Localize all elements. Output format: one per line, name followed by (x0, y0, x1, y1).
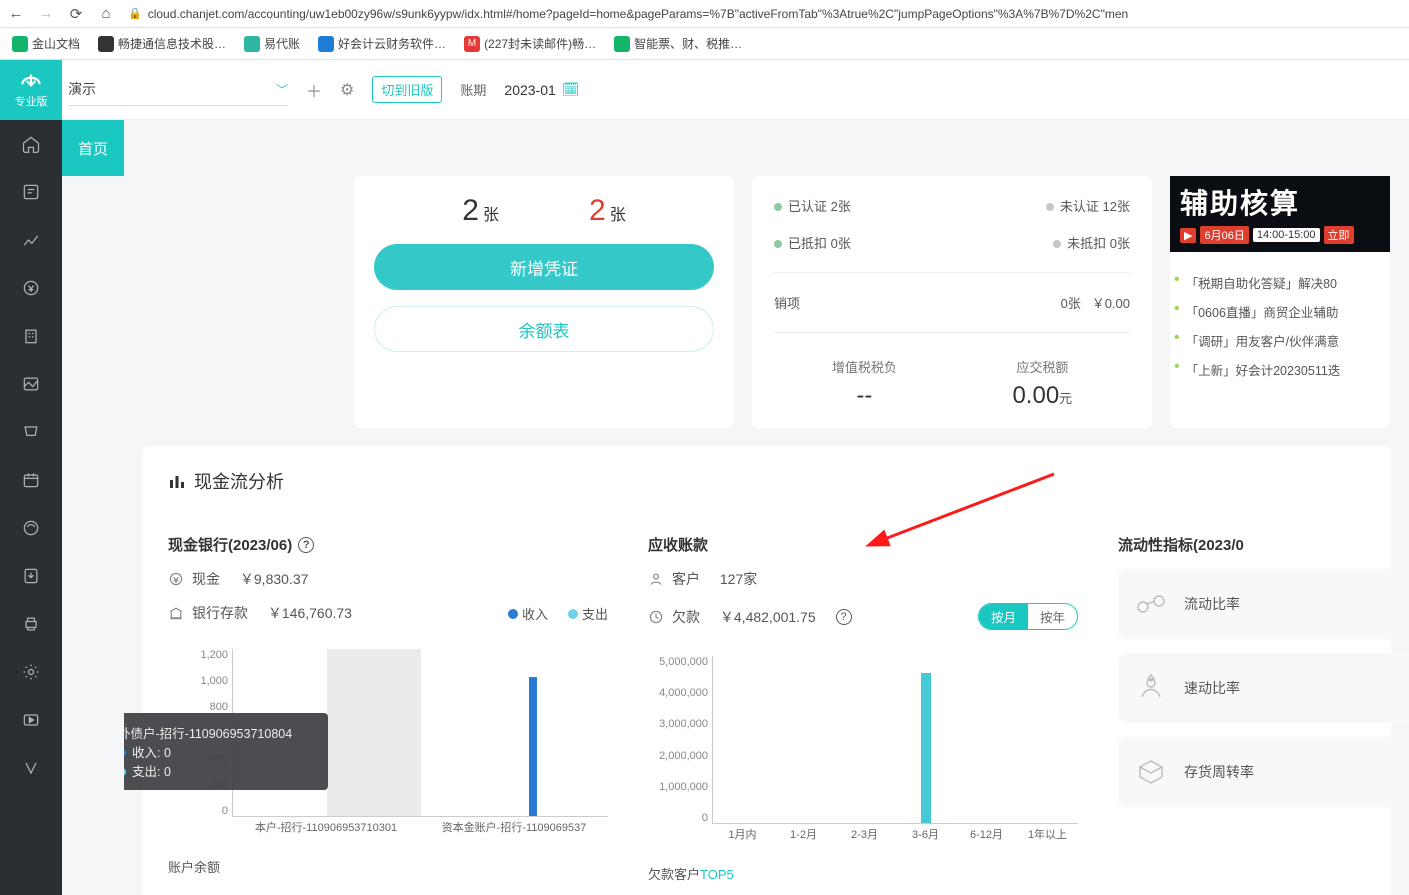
nav-building-icon[interactable] (0, 312, 62, 360)
nav-print-icon[interactable] (0, 600, 62, 648)
receivable-chart: 5,000,0004,000,0003,000,0002,000,0001,00… (648, 656, 1078, 846)
bookmarks-bar: 金山文档 畅捷通信息技术股… 易代账 好会计云财务软件… M(227封未读邮件)… (0, 28, 1409, 60)
nav-support-icon[interactable] (0, 504, 62, 552)
main-content: 2张 2张 新增凭证 余额表 已认证 2张未认证 12张 已抵扣 0张未抵扣 0… (124, 176, 1409, 895)
nav-v-icon[interactable] (0, 744, 62, 792)
cash-chart: 1,2001,0008006004002000 本户-招行-1109069537… (168, 649, 608, 839)
clock-icon (648, 609, 664, 625)
cashflow-analysis-card: 现金流分析 现金银行(2023/06)? 现金 ￥9,830.37 银行存款 ￥… (142, 446, 1391, 895)
period-label: 账期 (460, 80, 486, 99)
left-nav-rail: 专业版 (0, 60, 62, 895)
nav-calendar-icon[interactable] (0, 456, 62, 504)
nav-home-icon[interactable] (0, 120, 62, 168)
user-icon (648, 571, 664, 587)
voucher-count-right: 2 (589, 194, 606, 227)
back-icon[interactable]: ← (8, 6, 24, 22)
nav-video-icon[interactable] (0, 696, 62, 744)
tax-card: 已认证 2张未认证 12张 已抵扣 0张未抵扣 0张 销项0张 ￥0.00 增值… (752, 176, 1152, 428)
url-bar[interactable]: 🔒 cloud.chanjet.com/accounting/uw1eb00zy… (128, 7, 1401, 21)
liquidity-item[interactable]: 存货周转率 (1118, 737, 1409, 807)
tab-home[interactable]: 首页 (62, 120, 124, 176)
promo-item[interactable]: 「税期自助化答疑」解决80 (1174, 268, 1386, 297)
plus-icon[interactable]: ＋ (306, 78, 322, 102)
chart-bar[interactable] (529, 677, 537, 816)
app-header: 演示 ﹀ ＋ ⚙ 切到旧版 账期 2023-01 🗓 (0, 60, 1409, 120)
switch-old-button[interactable]: 切到旧版 (372, 76, 442, 103)
home-icon[interactable]: ⌂ (98, 6, 114, 22)
liquidity-item[interactable]: 流动比率 (1118, 569, 1409, 639)
period-picker[interactable]: 2023-01 🗓 (504, 81, 579, 98)
bookmark-item[interactable]: 智能票、财、税推… (614, 35, 742, 52)
bookmark-item[interactable]: 好会计云财务软件… (318, 35, 446, 52)
chevron-down-icon: ﹀ (276, 81, 288, 98)
nav-export-icon[interactable] (0, 552, 62, 600)
chart-bar[interactable] (921, 673, 931, 823)
nav-settings-icon[interactable] (0, 648, 62, 696)
reload-icon[interactable]: ⟳ (68, 6, 84, 22)
coin-icon (168, 571, 184, 587)
receivable-section: 应收账款 客户 127家 欠款 ￥4,482,001.75 ? 按月按年 5,0… (648, 534, 1078, 883)
company-select[interactable]: 演示 ﹀ (68, 73, 288, 106)
period-toggle[interactable]: 按月按年 (978, 603, 1078, 630)
cash-footer: 账户余额 (168, 857, 608, 876)
nav-cart-icon[interactable] (0, 408, 62, 456)
calendar-icon: 🗓 (562, 81, 580, 98)
browser-toolbar: ← → ⟳ ⌂ 🔒 cloud.chanjet.com/accounting/u… (0, 0, 1409, 28)
nav-image-icon[interactable] (0, 360, 62, 408)
forward-icon[interactable]: → (38, 6, 54, 22)
promo-item[interactable]: 「调研」用友客户/伙伴满意 (1174, 326, 1386, 355)
recv-footer: 欠款客户TOP5 (648, 864, 1078, 883)
chart-tooltip: 外债户-招行-110906953710804 收入: 0 支出: 0 (124, 713, 328, 790)
chart-hover-band (327, 649, 421, 816)
app-logo[interactable]: 专业版 (0, 60, 62, 120)
bookmark-item[interactable]: M(227封未读邮件)畅… (464, 35, 596, 52)
bookmark-item[interactable]: 易代账 (244, 35, 300, 52)
liquidity-section: 流动性指标(2023/0 流动比率 速动比率 存货周转率 (1118, 534, 1409, 883)
url-text: cloud.chanjet.com/accounting/uw1eb00zy96… (148, 7, 1129, 21)
company-name: 演示 (68, 79, 96, 99)
add-voucher-button[interactable]: 新增凭证 (374, 244, 714, 290)
nav-money-icon[interactable] (0, 264, 62, 312)
tab-bar: 首页 (62, 120, 124, 176)
gear-icon[interactable]: ⚙ (340, 80, 354, 100)
bookmark-item[interactable]: 金山文档 (12, 35, 80, 52)
customer-count: 127家 (720, 569, 757, 589)
cash-bank-section: 现金银行(2023/06)? 现金 ￥9,830.37 银行存款 ￥146,76… (168, 534, 608, 883)
lock-icon: 🔒 (128, 7, 142, 20)
promo-item[interactable]: 「0606直播」商贸企业辅助 (1174, 297, 1386, 326)
help-icon[interactable]: ? (836, 609, 852, 625)
promo-card: 辅助核算 ▶6月06日 14:00-15:00 立即 「税期自助化答疑」解决80… (1170, 176, 1390, 428)
help-icon[interactable]: ? (298, 537, 314, 553)
section-title: 现金流分析 (168, 468, 1365, 494)
promo-title: 辅助核算 (1170, 176, 1390, 224)
bar-chart-icon (168, 472, 186, 490)
bookmark-item[interactable]: 畅捷通信息技术股… (98, 35, 226, 52)
balance-sheet-button[interactable]: 余额表 (374, 306, 714, 352)
nav-chart-icon[interactable] (0, 216, 62, 264)
promo-item[interactable]: 「上新」好会计20230511迭 (1174, 355, 1386, 384)
voucher-card: 2张 2张 新增凭证 余额表 (354, 176, 734, 428)
voucher-count-left: 2 (462, 194, 479, 227)
bank-icon (168, 605, 184, 621)
nav-voucher-icon[interactable] (0, 168, 62, 216)
liquidity-item[interactable]: 速动比率 (1118, 653, 1409, 723)
promo-list: 「税期自助化答疑」解决80 「0606直播」商贸企业辅助 「调研」用友客户/伙伴… (1170, 252, 1390, 384)
